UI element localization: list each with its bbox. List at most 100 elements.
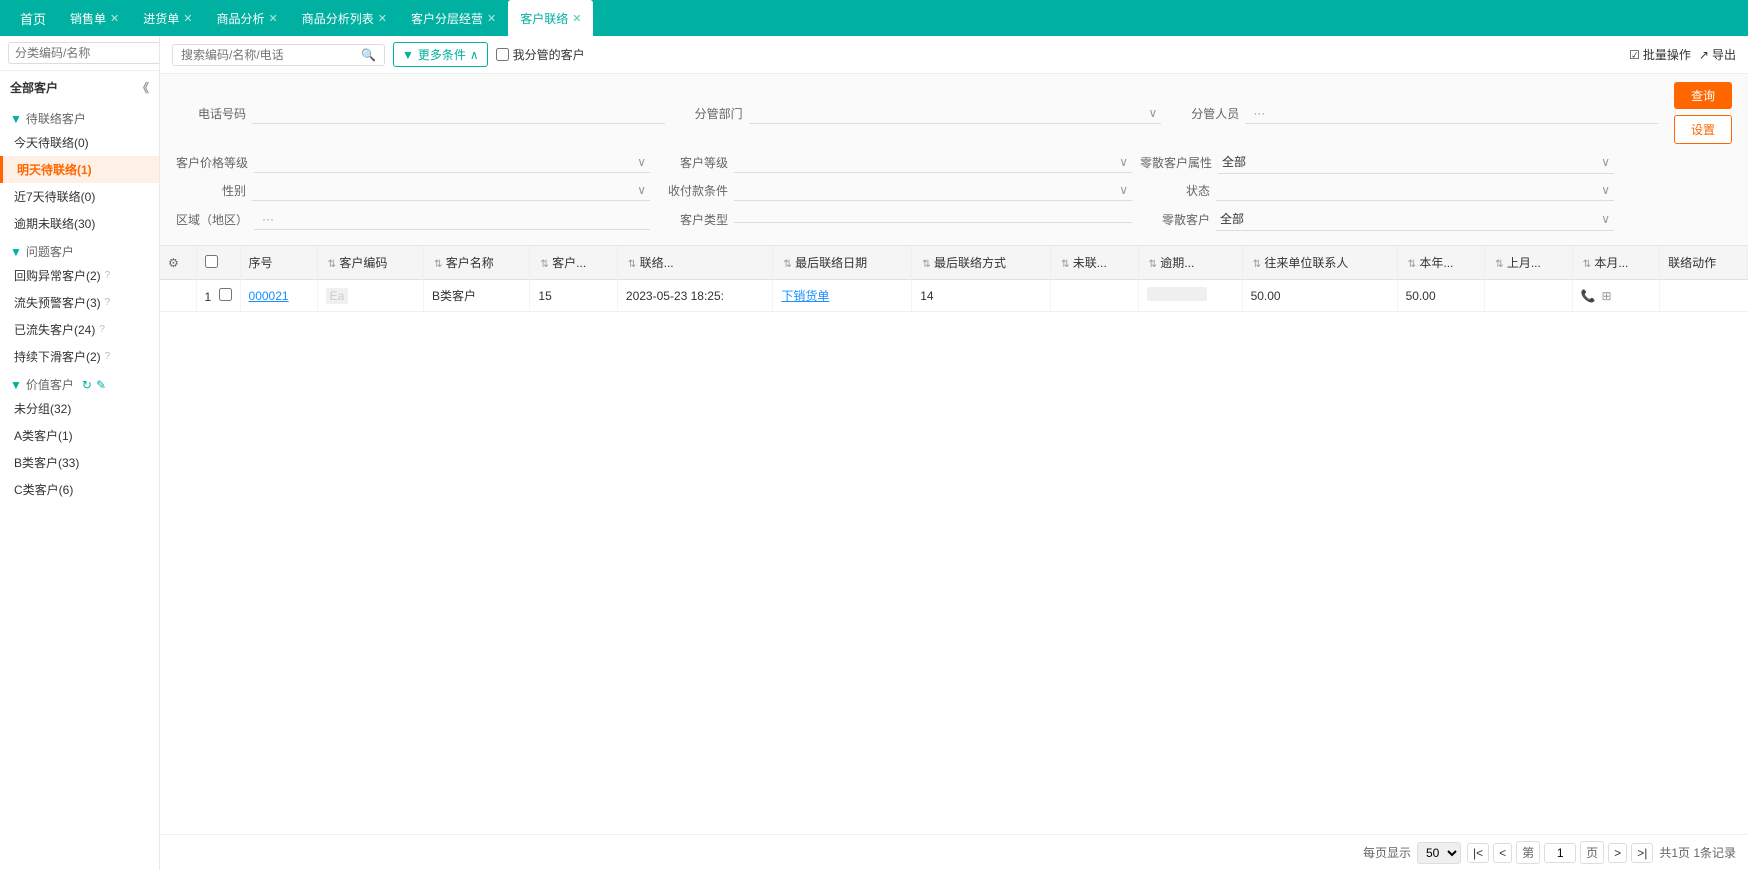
sort-icon[interactable]: ⇅ (1061, 259, 1069, 270)
sidebar-item-churn-warning[interactable]: 流失预警客户(3) ? (0, 289, 159, 316)
row-select-checkbox[interactable] (219, 288, 232, 301)
gender-select[interactable]: ∨ (252, 180, 650, 201)
col-header-related: ⇅ 往来单位联系人 (1242, 246, 1397, 280)
sort-icon[interactable]: ⇅ (783, 259, 791, 270)
nav-item-analysis-list[interactable]: 商品分析列表 ✕ (290, 0, 399, 36)
phone-icon[interactable]: 📞 (1581, 289, 1596, 303)
my-customers-checkbox[interactable]: 我分管的客户 (496, 46, 585, 63)
search-icon[interactable]: 🔍 (361, 48, 376, 62)
sidebar-item-today[interactable]: 今天待联络(0) (0, 129, 159, 156)
value-level-select[interactable]: ∨ (254, 152, 650, 173)
export-btn[interactable]: ↗ 导出 (1699, 46, 1736, 63)
sort-icon[interactable]: ⇅ (1495, 259, 1503, 270)
customer-type-select[interactable] (734, 216, 1132, 223)
collapse-icon[interactable]: 《 (137, 79, 149, 96)
advanced-filters: 电话号码 分管部门 ∨ 分管人员 ··· 查询 设置 (160, 74, 1748, 246)
payment-select[interactable]: ∨ (734, 180, 1132, 201)
status-select[interactable]: ∨ (1216, 180, 1614, 201)
select-all-checkbox[interactable] (205, 255, 218, 268)
customer-level-select[interactable]: ∨ (734, 152, 1132, 173)
help-icon[interactable]: ? (105, 297, 111, 308)
sort-icon[interactable]: ⇅ (1253, 259, 1261, 270)
settings-col-header: ⚙ (160, 246, 196, 280)
qr-icon[interactable]: ⊞ (1602, 289, 1612, 303)
nav-item-customer-contact[interactable]: 客户联络 ✕ (508, 0, 593, 36)
sort-icon[interactable]: ⇅ (434, 259, 442, 270)
payment-field: 收付款条件 ∨ (658, 180, 1132, 201)
manager-select[interactable]: ··· (1245, 103, 1658, 124)
more-conditions-btn[interactable]: ▼ 更多条件 ∧ (393, 42, 488, 67)
close-icon[interactable]: ✕ (269, 12, 278, 25)
batch-operation-btn[interactable]: ☑ 批量操作 (1629, 46, 1691, 63)
retail-customer-select[interactable]: 全部 ∨ (1216, 207, 1614, 231)
close-icon[interactable]: ✕ (183, 12, 192, 25)
help-icon[interactable]: ? (99, 324, 105, 335)
query-button[interactable]: 查询 (1674, 82, 1732, 109)
nav-item-customer-tier[interactable]: 客户分层经营 ✕ (399, 0, 508, 36)
table-header: ⚙ 序号 ⇅ 客户编码 ⇅ (160, 246, 1748, 280)
first-page-btn[interactable]: |< (1467, 843, 1489, 863)
nav-item-analysis[interactable]: 商品分析 ✕ (204, 0, 289, 36)
sidebar-item-7days[interactable]: 近7天待联络(0) (0, 183, 159, 210)
sort-icon[interactable]: ⇅ (540, 259, 548, 270)
last-page-btn[interactable]: >| (1631, 843, 1653, 863)
close-icon[interactable]: ✕ (110, 12, 119, 25)
related-blurred (1147, 287, 1207, 301)
toggle-icon[interactable]: ▼ (10, 112, 22, 126)
sidebar-item-c-type[interactable]: C类客户(6) (0, 476, 159, 503)
row-action: 📞 ⊞ (1572, 280, 1659, 312)
chevron-down-icon: ∨ (1601, 183, 1610, 197)
chevron-down-icon: ∨ (1149, 106, 1158, 120)
sidebar-all-customers[interactable]: 全部客户 《 (0, 71, 159, 104)
row-contact: 15 (530, 280, 617, 312)
sidebar-item-declining[interactable]: 持续下滑客户(2) ? (0, 343, 159, 370)
filter-search-input[interactable] (181, 48, 361, 62)
sidebar-item-b-type[interactable]: B类客户(33) (0, 449, 159, 476)
per-page-select[interactable]: 50 (1417, 842, 1461, 864)
retail-customer-field: 零散客户 全部 ∨ (1140, 207, 1614, 231)
phone-input[interactable] (252, 103, 665, 124)
sidebar-item-repurchase-abnormal[interactable]: 回购异常客户(2) ? (0, 262, 159, 289)
row-uncontacted: 14 (912, 280, 1051, 312)
close-icon[interactable]: ✕ (487, 12, 496, 25)
help-icon[interactable]: ? (105, 351, 111, 362)
sidebar-item-churned[interactable]: 已流失客户(24) ? (0, 316, 159, 343)
sort-icon[interactable]: ⇅ (1149, 259, 1157, 270)
gear-icon[interactable]: ⚙ (168, 256, 179, 270)
dept-select[interactable]: ∨ (749, 103, 1162, 124)
col-header-contact: ⇅ 联络... (617, 246, 773, 280)
sort-icon[interactable]: ⇅ (922, 259, 930, 270)
next-page-btn[interactable]: > (1608, 843, 1627, 863)
nav-item-purchase[interactable]: 进货单 ✕ (131, 0, 204, 36)
sort-icon[interactable]: ⇅ (628, 259, 636, 270)
retail-attr-select[interactable]: 全部 ∨ (1218, 150, 1614, 174)
my-customers-check[interactable] (496, 48, 509, 61)
sort-icon[interactable]: ⇅ (1408, 259, 1416, 270)
close-icon[interactable]: ✕ (378, 12, 387, 25)
nav-home[interactable]: 首页 (8, 0, 58, 36)
sort-icon[interactable]: ⇅ (1583, 259, 1591, 270)
customer-code-link[interactable]: 000021 (249, 289, 289, 303)
sidebar-group-problem: ▼ 问题客户 (0, 237, 159, 262)
sidebar-item-a-type[interactable]: A类客户(1) (0, 422, 159, 449)
region-select[interactable]: ··· (254, 209, 650, 230)
toggle-icon[interactable]: ▼ (10, 378, 22, 392)
sidebar-item-overdue[interactable]: 逾期未联络(30) (0, 210, 159, 237)
row-last-month: 50.00 (1397, 280, 1484, 312)
toggle-icon[interactable]: ▼ (10, 245, 22, 259)
sidebar-search-input[interactable] (8, 42, 160, 64)
refresh-icon[interactable]: ↻ (82, 378, 92, 392)
close-icon[interactable]: ✕ (572, 12, 581, 25)
prev-page-btn[interactable]: < (1493, 843, 1512, 863)
reset-button[interactable]: 设置 (1674, 115, 1732, 144)
edit-icon[interactable]: ✎ (96, 378, 106, 392)
nav-item-sales[interactable]: 销售单 ✕ (58, 0, 131, 36)
more-btn[interactable]: ··· (262, 212, 274, 226)
sidebar-item-ungrouped[interactable]: 未分组(32) (0, 395, 159, 422)
help-icon[interactable]: ? (105, 270, 111, 281)
more-btn[interactable]: ··· (1253, 106, 1265, 120)
last-method-link[interactable]: 下销货单 (781, 289, 829, 303)
sidebar-item-tomorrow[interactable]: 明天待联络(1) (0, 156, 159, 183)
page-number-input[interactable] (1544, 843, 1576, 863)
sort-icon[interactable]: ⇅ (328, 259, 336, 270)
